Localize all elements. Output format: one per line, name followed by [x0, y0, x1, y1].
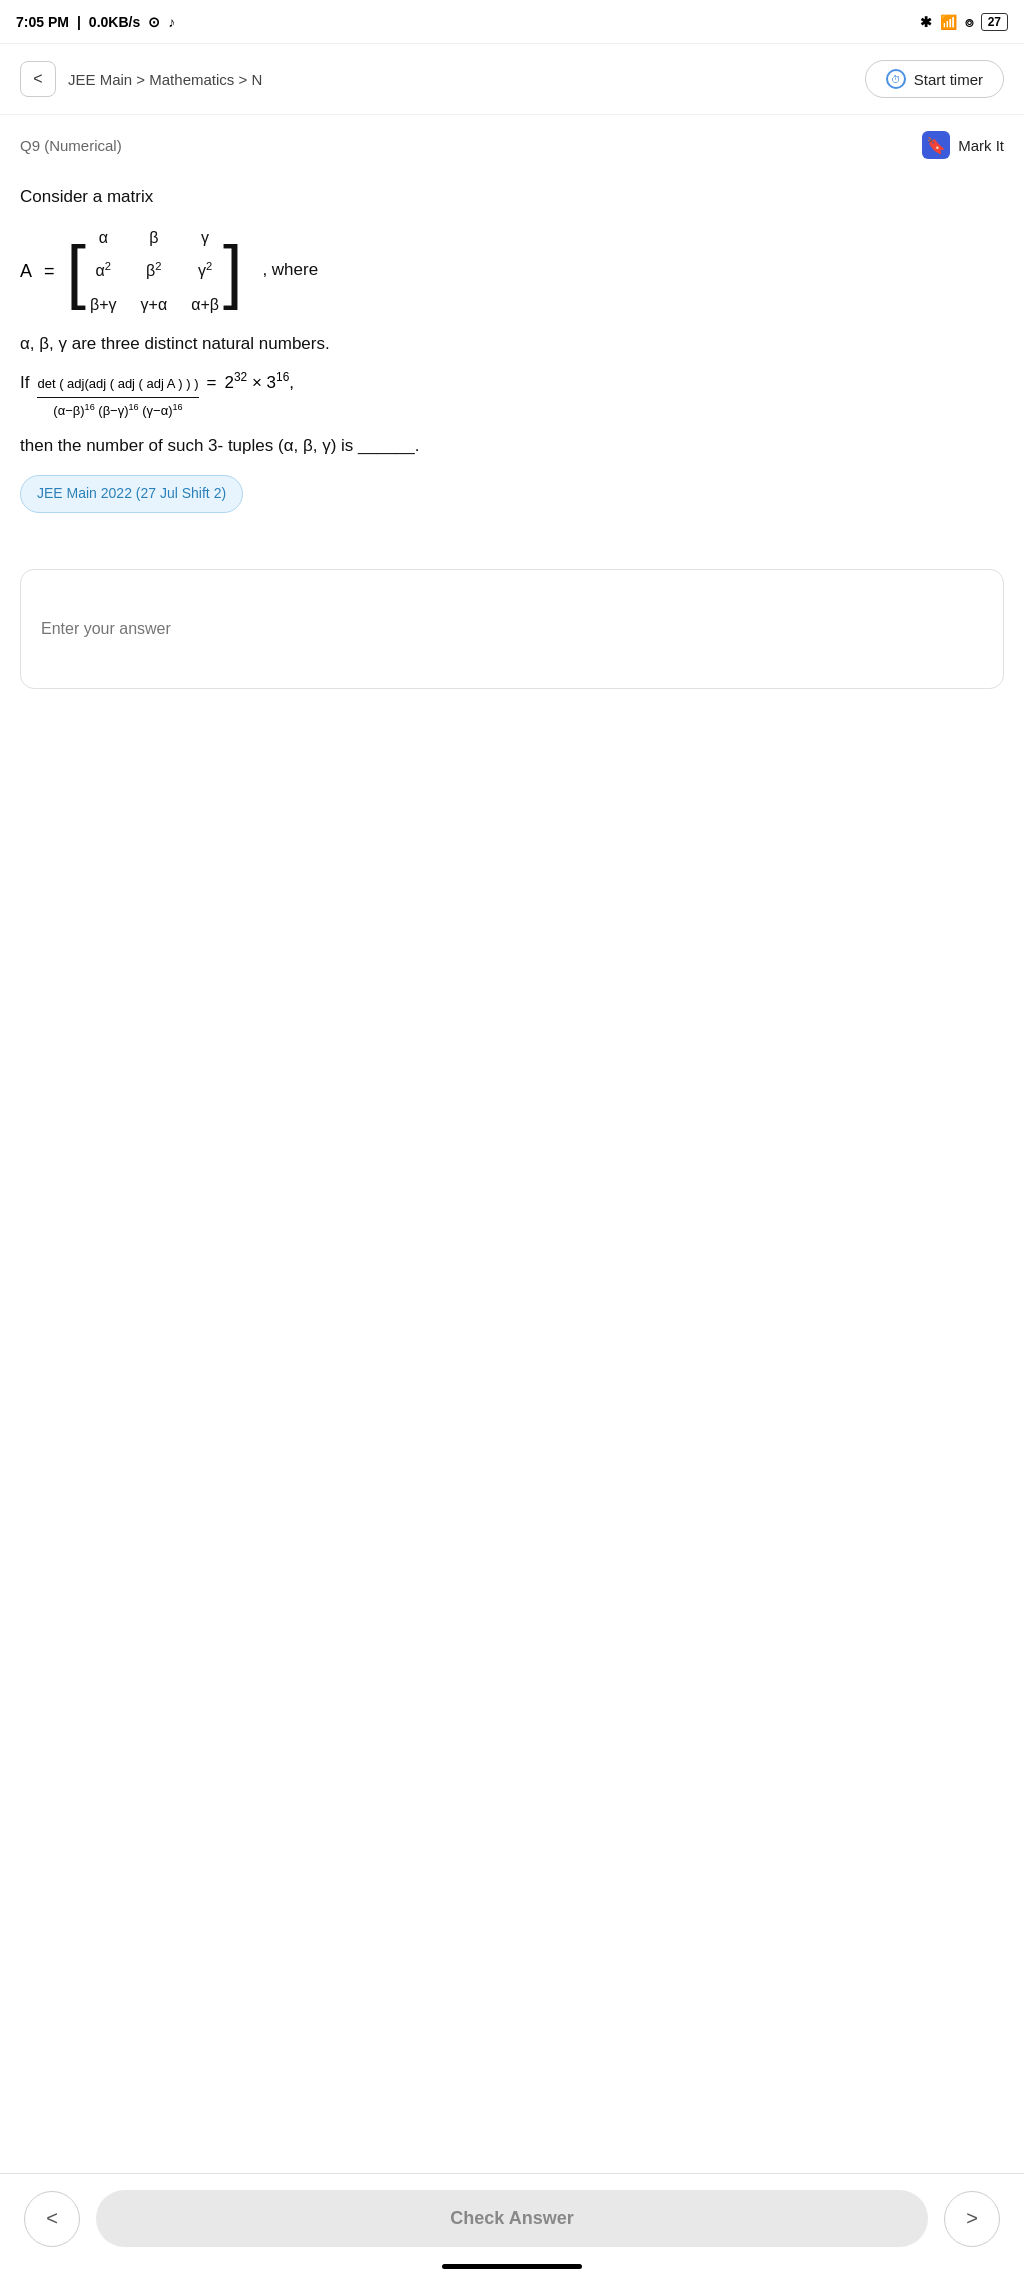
bookmark-icon: 🔖 — [922, 131, 950, 159]
question-label: Q9 (Numerical) — [20, 137, 122, 154]
bottom-nav: < Check Answer > — [0, 2173, 1024, 2275]
network-text: 0.0KB/s — [89, 14, 140, 30]
matrix-equals: = — [44, 256, 55, 287]
bluetooth-icon: ✱ — [920, 14, 932, 30]
equals-sign: = — [207, 369, 217, 398]
nav-left: < JEE Main > Mathematics > N — [20, 61, 262, 97]
matrix-display: A = [ α β γ α2 β2 γ2 β+γ γ+α α+β ] , whe… — [20, 224, 1004, 318]
equation-line: If det ( adj(adj ( adj ( adj A ) ) ) (α−… — [20, 367, 1004, 422]
cell-r3c2: γ+α — [141, 291, 168, 318]
start-timer-button[interactable]: ⏱ Start timer — [865, 60, 1004, 98]
signal-icon: 📶 — [940, 14, 957, 30]
cell-r3c1: β+γ — [90, 291, 117, 318]
conclusion-text: then the number of such 3- tuples (α, β,… — [20, 432, 1004, 459]
home-indicator — [442, 2264, 582, 2269]
network-speed: | — [77, 14, 81, 30]
music-icon: ♪ — [168, 14, 175, 30]
fraction: det ( adj(adj ( adj ( adj A ) ) ) (α−β)1… — [37, 373, 198, 423]
status-left: 7:05 PM | 0.0KB/s ⊙ ♪ — [16, 14, 175, 30]
where-text: , where — [262, 256, 318, 285]
bracket-left: [ — [67, 236, 86, 306]
matrix-label: A — [20, 256, 32, 287]
matrix-grid: α β γ α2 β2 γ2 β+γ γ+α α+β — [90, 224, 219, 318]
check-answer-button[interactable]: Check Answer — [96, 2190, 928, 2247]
matrix-container: [ α β γ α2 β2 γ2 β+γ γ+α α+β ] — [67, 224, 243, 318]
next-button[interactable]: > — [944, 2191, 1000, 2247]
spacer — [0, 709, 1024, 869]
cell-r1c1: α — [90, 224, 117, 251]
time: 7:05 PM — [16, 14, 69, 30]
if-text: If — [20, 369, 29, 398]
status-bar: 7:05 PM | 0.0KB/s ⊙ ♪ ✱ 📶 ⌾ 27 — [0, 0, 1024, 44]
back-icon: < — [33, 70, 42, 88]
question-header: Q9 (Numerical) 🔖 Mark It — [0, 115, 1024, 167]
status-right: ✱ 📶 ⌾ 27 — [920, 13, 1008, 31]
answer-section[interactable] — [20, 569, 1004, 689]
back-button[interactable]: < — [20, 61, 56, 97]
rhs-text: 232 × 316, — [225, 367, 295, 398]
tag-container: JEE Main 2022 (27 Jul Shift 2) — [20, 475, 1004, 513]
prev-button[interactable]: < — [24, 2191, 80, 2247]
header-nav: < JEE Main > Mathematics > N ⏱ Start tim… — [0, 44, 1024, 115]
subject-tag[interactable]: JEE Main 2022 (27 Jul Shift 2) — [20, 475, 243, 513]
breadcrumb: JEE Main > Mathematics > N — [68, 71, 262, 88]
start-timer-label: Start timer — [914, 71, 983, 88]
fraction-numerator: det ( adj(adj ( adj ( adj A ) ) ) — [37, 373, 198, 398]
prev-icon: < — [46, 2207, 58, 2230]
cell-r1c3: γ — [191, 224, 219, 251]
next-icon: > — [966, 2207, 978, 2230]
bracket-right: ] — [223, 236, 242, 306]
condition-text: α, β, γ are three distinct natural numbe… — [20, 330, 1004, 357]
cell-r3c3: α+β — [191, 291, 219, 318]
cell-r2c2: β2 — [141, 257, 168, 285]
fraction-denominator: (α−β)16 (β−γ)16 (γ−α)16 — [53, 398, 182, 422]
mark-it-button[interactable]: 🔖 Mark It — [922, 131, 1004, 159]
battery-indicator: 27 — [981, 13, 1008, 31]
wifi-icon: ⌾ — [965, 14, 973, 30]
cell-r1c2: β — [141, 224, 168, 251]
question-content: Consider a matrix A = [ α β γ α2 β2 γ2 β… — [0, 167, 1024, 549]
cell-r2c1: α2 — [90, 257, 117, 285]
sync-icon: ⊙ — [148, 14, 160, 30]
answer-input[interactable] — [41, 620, 983, 638]
timer-icon: ⏱ — [886, 69, 906, 89]
intro-text: Consider a matrix — [20, 183, 1004, 212]
mark-it-label: Mark It — [958, 137, 1004, 154]
cell-r2c3: γ2 — [191, 257, 219, 285]
